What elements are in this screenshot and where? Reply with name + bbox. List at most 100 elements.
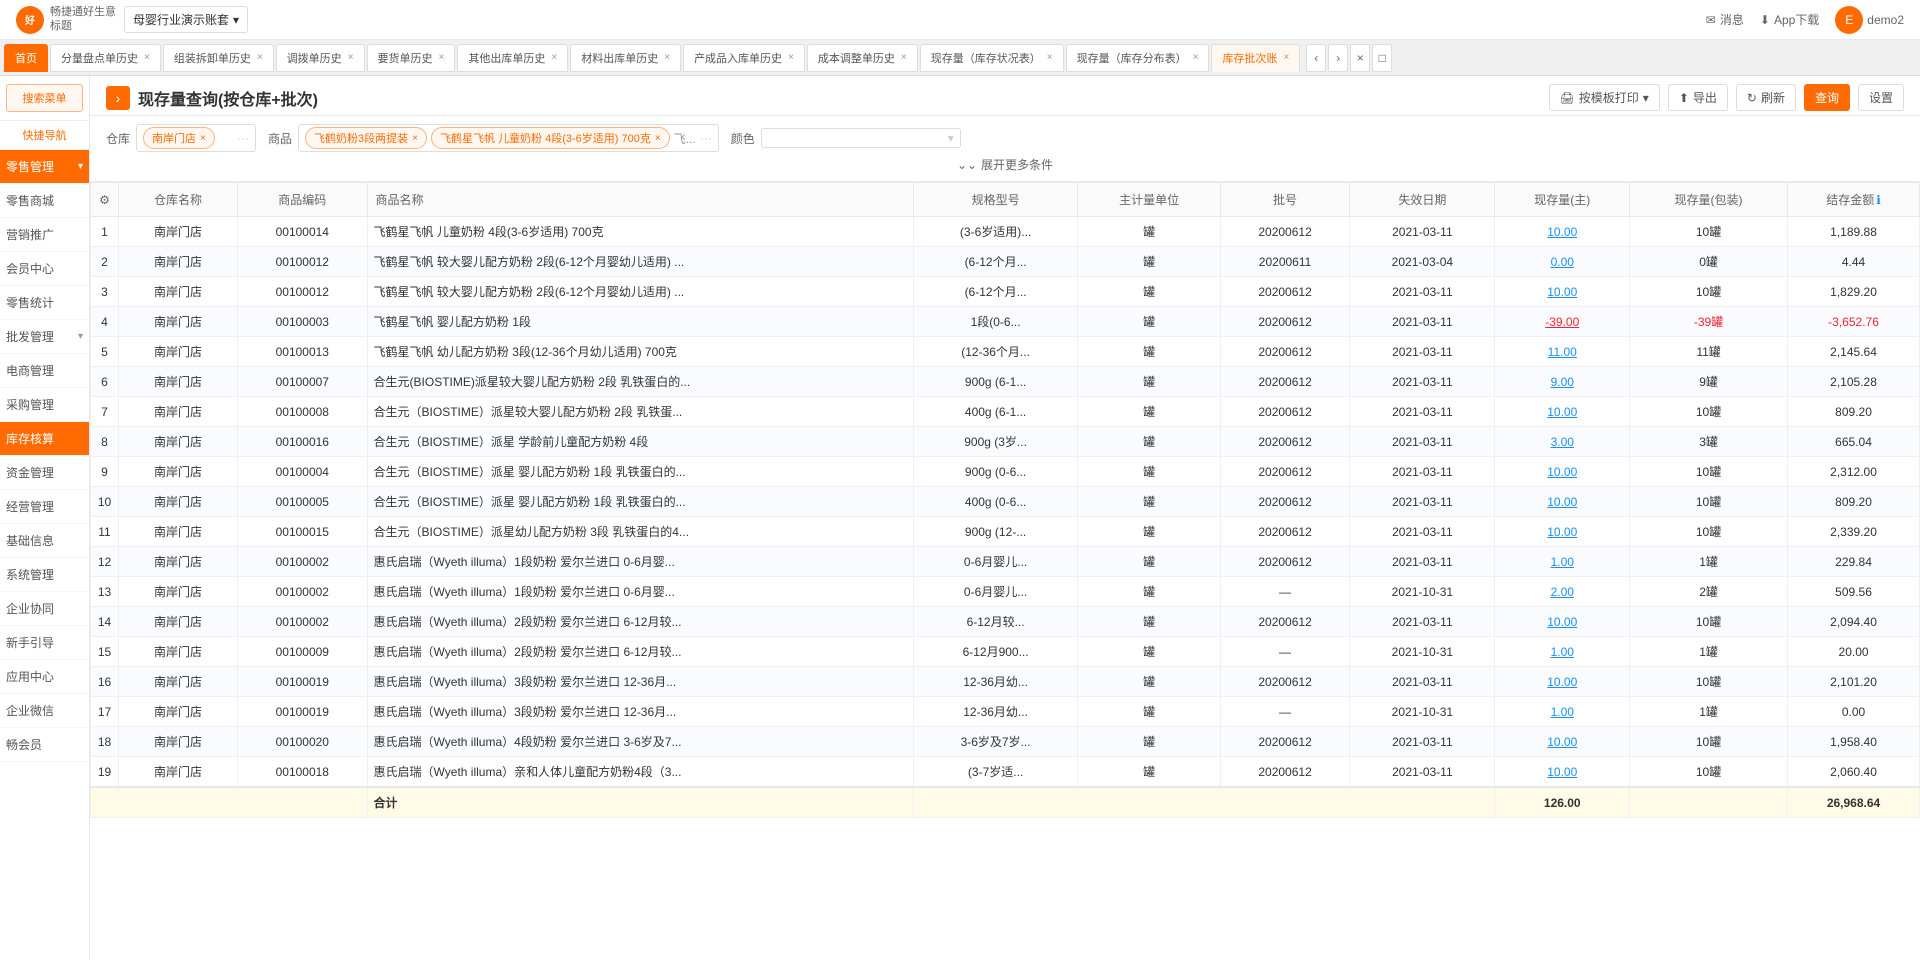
remove-goods-tag-1[interactable]: × xyxy=(412,133,418,144)
tab-material-out[interactable]: 材料出库单历史 × xyxy=(570,44,681,72)
row-qty-main[interactable]: 10.00 xyxy=(1495,607,1630,637)
close-icon[interactable]: × xyxy=(1283,52,1289,63)
sidebar-item-retail-mgmt[interactable]: 零售管理 ▾ xyxy=(0,150,89,184)
sidebar-item-retail-stats[interactable]: 零售统计 xyxy=(0,286,89,320)
row-qty-main[interactable]: 1.00 xyxy=(1495,547,1630,577)
row-qty-main[interactable]: 10.00 xyxy=(1495,277,1630,307)
row-batch: 20200612 xyxy=(1220,487,1350,517)
tab-product-in[interactable]: 产成品入库单历史 × xyxy=(683,44,805,72)
refresh-btn[interactable]: ↻ 刷新 xyxy=(1736,84,1796,111)
sidebar-item-fan-member[interactable]: 畅会员 xyxy=(0,728,89,762)
th-settings[interactable]: ⚙ xyxy=(91,183,119,217)
row-qty-main[interactable]: 10.00 xyxy=(1495,517,1630,547)
sidebar-item-member[interactable]: 会员中心 xyxy=(0,252,89,286)
tab-stock-batch[interactable]: 库存批次账 × xyxy=(1211,44,1300,72)
sidebar-item-retail-mall[interactable]: 零售商城 xyxy=(0,184,89,218)
row-qty-main[interactable]: 2.00 xyxy=(1495,577,1630,607)
row-qty-main[interactable]: 11.00 xyxy=(1495,337,1630,367)
sidebar-item-app-center[interactable]: 应用中心 xyxy=(0,660,89,694)
close-icon[interactable]: × xyxy=(788,52,794,63)
row-qty-main[interactable]: 0.00 xyxy=(1495,247,1630,277)
search-menu-btn[interactable]: 搜索菜单 xyxy=(6,84,83,112)
row-qty-main[interactable]: 9.00 xyxy=(1495,367,1630,397)
tab-stock-dist[interactable]: 现存量（库存分布表） × xyxy=(1066,44,1210,72)
tab-other-out[interactable]: 其他出库单历史 × xyxy=(457,44,568,72)
row-batch: — xyxy=(1220,697,1350,727)
row-qty-main[interactable]: 10.00 xyxy=(1495,487,1630,517)
sidebar-item-wholesale[interactable]: 批发管理 ▾ xyxy=(0,320,89,354)
tab-group-teardown[interactable]: 组装拆卸单历史 × xyxy=(163,44,274,72)
row-qty-main[interactable]: 10.00 xyxy=(1495,727,1630,757)
message-btn[interactable]: ✉ 消息 xyxy=(1706,11,1744,28)
ellipsis-icon[interactable]: ··· xyxy=(700,131,712,145)
row-qty-main[interactable]: 1.00 xyxy=(1495,637,1630,667)
expand-btn[interactable]: › xyxy=(106,86,130,110)
goods-tag-1: 飞鹤奶粉3段两提装 × xyxy=(305,127,427,149)
row-qty-main[interactable]: 3.00 xyxy=(1495,427,1630,457)
row-amount: 2,105.28 xyxy=(1788,367,1920,397)
account-selector[interactable]: 母婴行业演示账套 ▾ xyxy=(124,6,248,33)
tab-split-count[interactable]: 分量盘点单历史 × xyxy=(50,44,161,72)
download-icon: ⬇ xyxy=(1760,13,1770,27)
th-spec: 规格型号 xyxy=(913,183,1078,217)
row-qty-main[interactable]: 10.00 xyxy=(1495,457,1630,487)
table-row: 18 南岸门店 00100020 惠氏启瑞（Wyeth illuma）4段奶粉 … xyxy=(91,727,1920,757)
sidebar-item-finance[interactable]: 资金管理 xyxy=(0,456,89,490)
tab-maximize-btn[interactable]: □ xyxy=(1372,44,1392,72)
export-btn[interactable]: ⬆ 导出 xyxy=(1668,84,1728,111)
chevron-down-icon[interactable]: ▾ xyxy=(948,131,954,145)
close-icon[interactable]: × xyxy=(144,52,150,63)
tab-next-btn[interactable]: › xyxy=(1328,44,1348,72)
app-download-btn[interactable]: ⬇ App下载 xyxy=(1760,11,1819,28)
ellipsis-icon[interactable]: ··· xyxy=(237,131,249,145)
tab-request[interactable]: 要货单历史 × xyxy=(367,44,456,72)
close-icon[interactable]: × xyxy=(901,52,907,63)
expand-conditions-btn[interactable]: ⌄⌄ 展开更多条件 xyxy=(957,156,1053,173)
close-icon[interactable]: × xyxy=(664,52,670,63)
sidebar-item-ecommerce[interactable]: 电商管理 xyxy=(0,354,89,388)
tab-home[interactable]: 首页 xyxy=(4,44,48,72)
row-qty-main[interactable]: 10.00 xyxy=(1495,667,1630,697)
template-print-btn[interactable]: 🖨 按模板打印 ▾ xyxy=(1549,84,1660,111)
row-qty-main[interactable]: 10.00 xyxy=(1495,397,1630,427)
tab-close-all-btn[interactable]: × xyxy=(1350,44,1370,72)
row-qty-main[interactable]: 1.00 xyxy=(1495,697,1630,727)
remove-goods-tag-2[interactable]: × xyxy=(655,133,661,144)
user-area[interactable]: E demo2 xyxy=(1835,6,1904,34)
sidebar-item-enterprise-coop[interactable]: 企业协同 xyxy=(0,592,89,626)
info-icon[interactable]: ℹ xyxy=(1876,193,1881,207)
sidebar-item-new-guide[interactable]: 新手引导 xyxy=(0,626,89,660)
sidebar-item-purchase[interactable]: 采购管理 xyxy=(0,388,89,422)
row-batch: 20200612 xyxy=(1220,277,1350,307)
row-expire: 2021-03-11 xyxy=(1350,487,1495,517)
row-qty-main[interactable]: -39.00 xyxy=(1495,307,1630,337)
sidebar-item-enterprise-wechat[interactable]: 企业微信 xyxy=(0,694,89,728)
settings-btn[interactable]: 设置 xyxy=(1858,84,1904,111)
tab-stock-status[interactable]: 现存量（库存状况表） × xyxy=(920,44,1064,72)
row-warehouse: 南岸门店 xyxy=(119,307,238,337)
sidebar: 搜索菜单 快捷导航 零售管理 ▾ 零售商城 营销推广 会员中心 零售统计 批发管… xyxy=(0,76,90,960)
quick-nav-link[interactable]: 快捷导航 xyxy=(23,130,67,142)
close-icon[interactable]: × xyxy=(1193,52,1199,63)
row-qty-main[interactable]: 10.00 xyxy=(1495,217,1630,247)
remove-warehouse-tag[interactable]: × xyxy=(200,133,206,144)
sidebar-item-sys[interactable]: 系统管理 xyxy=(0,558,89,592)
close-icon[interactable]: × xyxy=(439,52,445,63)
close-icon[interactable]: × xyxy=(1047,52,1053,63)
row-warehouse: 南岸门店 xyxy=(119,457,238,487)
tab-prev-btn[interactable]: ‹ xyxy=(1306,44,1326,72)
row-qty-main[interactable]: 10.00 xyxy=(1495,757,1630,788)
tab-mix-single[interactable]: 调拨单历史 × xyxy=(276,44,365,72)
close-icon[interactable]: × xyxy=(348,52,354,63)
query-btn[interactable]: 查询 xyxy=(1804,84,1850,111)
sidebar-item-stock-check[interactable]: 库存核算 xyxy=(0,422,89,456)
tab-cost-adjust[interactable]: 成本调整单历史 × xyxy=(807,44,918,72)
row-qty-pkg: 10罐 xyxy=(1630,397,1788,427)
table-row: 12 南岸门店 00100002 惠氏启瑞（Wyeth illuma）1段奶粉 … xyxy=(91,547,1920,577)
sidebar-item-biz[interactable]: 经营管理 xyxy=(0,490,89,524)
close-icon[interactable]: × xyxy=(551,52,557,63)
sidebar-item-base-info[interactable]: 基础信息 xyxy=(0,524,89,558)
sidebar-item-marketing[interactable]: 营销推广 xyxy=(0,218,89,252)
close-icon[interactable]: × xyxy=(257,52,263,63)
row-unit: 罐 xyxy=(1078,217,1220,247)
